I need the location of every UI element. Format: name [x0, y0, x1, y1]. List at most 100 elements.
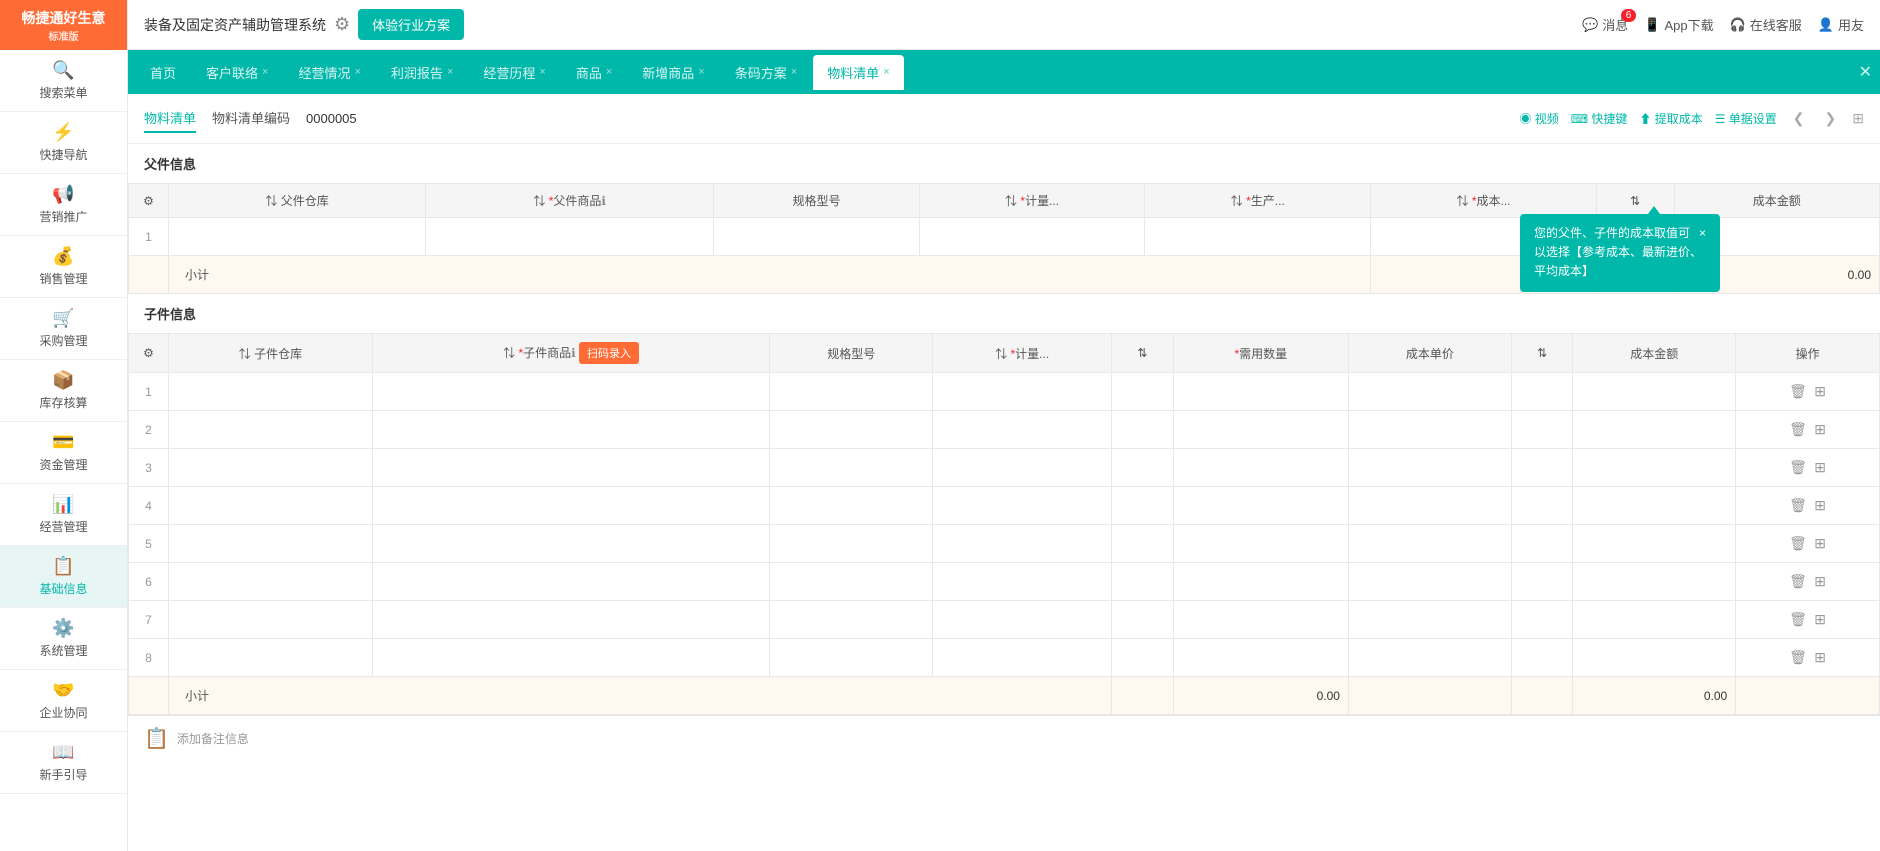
child-cell-unit-2[interactable] — [933, 411, 1112, 449]
child-cell-unit-price-3[interactable] — [1348, 449, 1511, 487]
child-cell-unit-price-2[interactable] — [1348, 411, 1511, 449]
doc-settings-link[interactable]: ☰ 单据设置 — [1715, 110, 1777, 127]
child-cell-warehouse-6[interactable] — [169, 563, 373, 601]
parent-cell-production-1[interactable] — [1145, 218, 1371, 256]
child-cell-quantity-6[interactable] — [1173, 563, 1348, 601]
sidebar-item-guide[interactable]: 📖新手引导 — [0, 732, 127, 794]
nav-tab-4[interactable]: 经营历程 × — [469, 55, 559, 90]
nav-tab-close-2[interactable]: × — [354, 66, 360, 78]
child-cell-spec-2[interactable] — [770, 411, 933, 449]
nav-tab-close-3[interactable]: × — [447, 66, 453, 78]
sort-icon[interactable]: ⇅ — [265, 194, 277, 208]
child-cell-warehouse-1[interactable] — [169, 373, 373, 411]
child-cell-unit-price-5[interactable] — [1348, 525, 1511, 563]
child-cell-product-3[interactable] — [372, 449, 770, 487]
child-cell-spec-1[interactable] — [770, 373, 933, 411]
delete-btn-4[interactable]: 🗑 — [1787, 495, 1809, 516]
hotkey-link[interactable]: ⌨ 快捷键 — [1571, 110, 1628, 127]
child-cell-unit-8[interactable] — [933, 639, 1112, 677]
delete-btn-1[interactable]: 🗑 — [1787, 381, 1809, 402]
sidebar-item-quicknav[interactable]: ⚡快捷导航 — [0, 112, 127, 174]
trial-button[interactable]: 体验行业方案 — [358, 9, 464, 40]
child-sort-icon[interactable]: ⇅ — [239, 347, 251, 361]
copy-btn-1[interactable]: ⊞ — [1812, 381, 1828, 402]
sidebar-item-marketing[interactable]: 📢营销推广 — [0, 174, 127, 236]
parent-cell-product-1[interactable] — [426, 218, 714, 256]
sub-tab-bill[interactable]: 物料清单 — [144, 104, 196, 133]
settings-button[interactable]: ⚙ — [334, 14, 350, 35]
app-download-item[interactable]: 📱 App下载 — [1644, 15, 1713, 34]
user-item[interactable]: 👤 用友 — [1818, 15, 1864, 34]
nav-tab-5[interactable]: 商品 × — [562, 55, 626, 90]
parent-cell-spec-1[interactable] — [714, 218, 919, 256]
delete-btn-3[interactable]: 🗑 — [1787, 457, 1809, 478]
parent-cell-warehouse-1[interactable] — [169, 218, 426, 256]
child-cell-product-8[interactable] — [372, 639, 770, 677]
delete-btn-6[interactable]: 🗑 — [1787, 571, 1809, 592]
nav-tab-6[interactable]: 新增商品 × — [628, 55, 718, 90]
sidebar-item-finance[interactable]: 💳资金管理 — [0, 422, 127, 484]
prev-arrow[interactable]: ❮ — [1789, 106, 1809, 131]
child-cell-unit-price-8[interactable] — [1348, 639, 1511, 677]
nav-tab-close-6[interactable]: × — [698, 66, 704, 78]
nav-tab-0[interactable]: 首页 — [136, 55, 190, 90]
child-cell-quantity-2[interactable] — [1173, 411, 1348, 449]
sidebar-item-system[interactable]: ⚙️系统管理 — [0, 608, 127, 670]
child-cell-warehouse-4[interactable] — [169, 487, 373, 525]
sort-icon6[interactable]: ⇅ — [1630, 194, 1640, 208]
sidebar-item-purchase[interactable]: 🛒采购管理 — [0, 298, 127, 360]
scan-btn[interactable]: 扫码录入 — [579, 342, 639, 364]
copy-btn-3[interactable]: ⊞ — [1812, 457, 1828, 478]
nav-tab-close-8[interactable]: × — [883, 66, 889, 78]
child-sort-icon3[interactable]: ⇅ — [995, 347, 1007, 361]
child-cell-product-4[interactable] — [372, 487, 770, 525]
child-sort-icon4[interactable]: ⇅ — [1137, 346, 1147, 360]
sub-tab-code[interactable]: 物料清单编码 — [212, 104, 290, 133]
copy-btn-2[interactable]: ⊞ — [1812, 419, 1828, 440]
tooltip-close-btn[interactable]: × — [1699, 224, 1706, 243]
child-cell-warehouse-8[interactable] — [169, 639, 373, 677]
child-cell-warehouse-3[interactable] — [169, 449, 373, 487]
child-cell-quantity-7[interactable] — [1173, 601, 1348, 639]
child-cell-spec-3[interactable] — [770, 449, 933, 487]
layout-icon[interactable]: ⊞ — [1852, 110, 1864, 127]
child-cell-unit-4[interactable] — [933, 487, 1112, 525]
child-cell-quantity-8[interactable] — [1173, 639, 1348, 677]
child-cell-product-7[interactable] — [372, 601, 770, 639]
copy-btn-8[interactable]: ⊞ — [1812, 647, 1828, 668]
sort-icon5[interactable]: ⇅ — [1456, 194, 1468, 208]
child-cell-quantity-5[interactable] — [1173, 525, 1348, 563]
child-sort-icon5[interactable]: ⇅ — [1537, 346, 1547, 360]
nav-tab-1[interactable]: 客户联络 × — [192, 55, 282, 90]
nav-tab-8[interactable]: 物料清单 × — [813, 55, 903, 90]
parent-cell-unit-1[interactable] — [919, 218, 1145, 256]
child-cell-product-5[interactable] — [372, 525, 770, 563]
child-cell-unit-1[interactable] — [933, 373, 1112, 411]
child-cell-spec-5[interactable] — [770, 525, 933, 563]
sort-icon2[interactable]: ⇅ — [533, 194, 545, 208]
extract-cost-link[interactable]: ⬆ 提取成本 — [1639, 110, 1702, 127]
child-cell-unit-7[interactable] — [933, 601, 1112, 639]
copy-btn-5[interactable]: ⊞ — [1812, 533, 1828, 554]
sidebar-item-enterprise[interactable]: 🤝企业协同 — [0, 670, 127, 732]
close-all-icon[interactable]: ✕ — [1859, 62, 1872, 82]
nav-tab-close-4[interactable]: × — [539, 66, 545, 78]
child-col-settings[interactable]: ⚙ — [129, 334, 169, 373]
child-cell-product-6[interactable] — [372, 563, 770, 601]
online-service-item[interactable]: 🎧 在线客服 — [1730, 15, 1802, 34]
child-cell-quantity-3[interactable] — [1173, 449, 1348, 487]
next-arrow[interactable]: ❯ — [1821, 106, 1841, 131]
copy-btn-7[interactable]: ⊞ — [1812, 609, 1828, 630]
child-cell-quantity-4[interactable] — [1173, 487, 1348, 525]
child-cell-product-1[interactable] — [372, 373, 770, 411]
delete-btn-5[interactable]: 🗑 — [1787, 533, 1809, 554]
nav-tab-close-1[interactable]: × — [262, 66, 268, 78]
child-cell-warehouse-7[interactable] — [169, 601, 373, 639]
nav-tab-close-7[interactable]: × — [791, 66, 797, 78]
nav-tab-2[interactable]: 经营情况 × — [284, 55, 374, 90]
child-cell-spec-4[interactable] — [770, 487, 933, 525]
sort-icon3[interactable]: ⇅ — [1005, 194, 1017, 208]
nav-tab-3[interactable]: 利润报告 × — [377, 55, 467, 90]
child-cell-unit-6[interactable] — [933, 563, 1112, 601]
child-cell-unit-3[interactable] — [933, 449, 1112, 487]
